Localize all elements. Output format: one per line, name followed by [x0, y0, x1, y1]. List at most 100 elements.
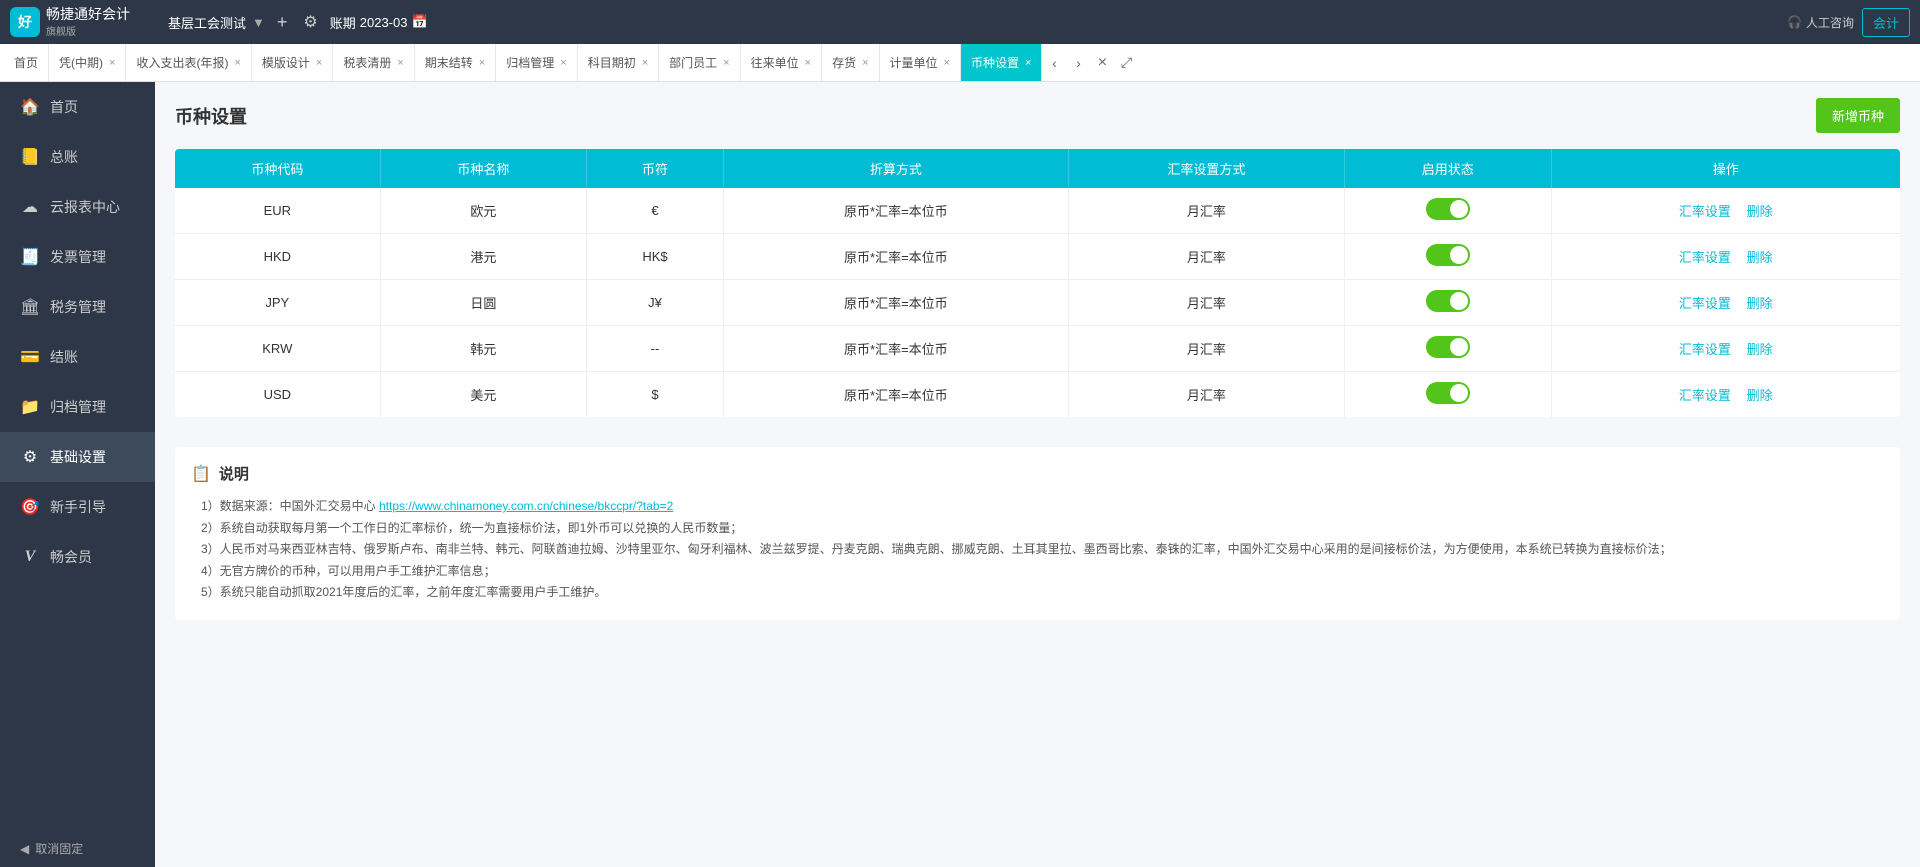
tab-prev-button[interactable]: ‹ [1042, 44, 1066, 82]
toggle-knob-0 [1450, 200, 1468, 218]
tab-contact-close[interactable]: × [805, 57, 811, 69]
cell-code-2: JPY [175, 280, 380, 326]
rate-settings-link-3[interactable]: 汇率设置 [1679, 342, 1731, 357]
tab-voucher-close[interactable]: × [109, 57, 115, 69]
notes-icon: 📋 [191, 464, 211, 484]
tab-archive-label: 归档管理 [506, 54, 554, 71]
col-header-action: 操作 [1551, 149, 1900, 188]
company-name: 基层工会测试 [168, 13, 246, 32]
col-header-rate: 汇率设置方式 [1068, 149, 1344, 188]
sidebar-item-home[interactable]: 🏠 首页 [0, 82, 155, 132]
sidebar-item-guide[interactable]: 🎯 新手引导 [0, 482, 155, 532]
delete-link-3[interactable]: 删除 [1747, 342, 1773, 357]
cell-status-2 [1345, 280, 1551, 326]
cell-calc-1: 原币*汇率=本位币 [723, 234, 1068, 280]
tab-currency-close[interactable]: × [1025, 57, 1031, 69]
content-area: 币种设置 新增币种 币种代码 币种名称 币符 折算方式 汇率设置方式 启用状态 … [155, 82, 1920, 867]
cell-calc-2: 原币*汇率=本位币 [723, 280, 1068, 326]
rate-settings-link-2[interactable]: 汇率设置 [1679, 296, 1731, 311]
sidebar-item-checkout[interactable]: 💳 结账 [0, 332, 155, 382]
tab-subject[interactable]: 科目期初 × [578, 44, 659, 82]
cell-rate-method-0: 月汇率 [1068, 188, 1344, 234]
col-header-name: 币种名称 [380, 149, 586, 188]
toggle-enabled-0[interactable] [1426, 198, 1470, 220]
top-header: 好 畅捷通好会计 旗舰版 基层工会测试 ▼ + ⚙ 账期 2023-03 📅 🎧… [0, 0, 1920, 44]
note-item-3: 4）无官方牌价的币种，可以用用户手工维护汇率信息； [191, 561, 1884, 583]
tab-voucher[interactable]: 凭(中期) × [49, 44, 126, 82]
col-header-symbol: 币符 [587, 149, 724, 188]
cell-name-3: 韩元 [380, 326, 586, 372]
toggle-enabled-1[interactable] [1426, 244, 1470, 266]
nav-checkout-label: 结账 [50, 347, 78, 367]
table-row: USD 美元 $ 原币*汇率=本位币 月汇率 汇率设置 删除 [175, 372, 1900, 418]
delete-link-0[interactable]: 删除 [1747, 204, 1773, 219]
nav-home-label: 首页 [50, 97, 78, 117]
new-currency-button[interactable]: 新增币种 [1816, 98, 1900, 133]
toggle-enabled-4[interactable] [1426, 382, 1470, 404]
tab-subject-close[interactable]: × [642, 57, 648, 69]
tab-unit-close[interactable]: × [944, 57, 950, 69]
toggle-enabled-3[interactable] [1426, 336, 1470, 358]
tab-template[interactable]: 模版设计 × [252, 44, 333, 82]
tab-expand-button[interactable]: ⤢ [1114, 44, 1138, 82]
cell-rate-method-4: 月汇率 [1068, 372, 1344, 418]
rate-settings-link-4[interactable]: 汇率设置 [1679, 388, 1731, 403]
notes-link[interactable]: https://www.chinamoney.com.cn/chinese/bk… [379, 499, 673, 513]
cell-code-0: EUR [175, 188, 380, 234]
sidebar-item-reports[interactable]: ☁ 云报表中心 [0, 182, 155, 232]
support-button[interactable]: 🎧 人工咨询 [1787, 14, 1854, 31]
add-tab-button[interactable]: + [273, 12, 292, 33]
tab-inventory-close[interactable]: × [862, 57, 868, 69]
tab-tax-table-close[interactable]: × [397, 57, 403, 69]
tab-unit[interactable]: 计量单位 × [880, 44, 961, 82]
nav-member-label: 畅会员 [50, 547, 92, 567]
sidebar-item-ledger[interactable]: 📒 总账 [0, 132, 155, 182]
tab-income[interactable]: 收入支出表(年报) × [126, 44, 251, 82]
toggle-enabled-2[interactable] [1426, 290, 1470, 312]
rate-settings-link-1[interactable]: 汇率设置 [1679, 250, 1731, 265]
tab-income-close[interactable]: × [234, 57, 240, 69]
sidebar-item-invoice[interactable]: 🧾 发票管理 [0, 232, 155, 282]
cell-status-0 [1345, 188, 1551, 234]
delete-link-2[interactable]: 删除 [1747, 296, 1773, 311]
page-title-row: 币种设置 新增币种 [175, 98, 1900, 133]
dropdown-arrow[interactable]: ▼ [252, 15, 265, 30]
tab-tax-table[interactable]: 税表清册 × [333, 44, 414, 82]
cell-rate-method-3: 月汇率 [1068, 326, 1344, 372]
tab-contact-label: 往来单位 [751, 54, 799, 71]
delete-link-1[interactable]: 删除 [1747, 250, 1773, 265]
rate-settings-link-0[interactable]: 汇率设置 [1679, 204, 1731, 219]
col-header-code: 币种代码 [175, 149, 380, 188]
tab-archive-close[interactable]: × [560, 57, 566, 69]
cell-action-4: 汇率设置 删除 [1551, 372, 1900, 418]
tab-department-close[interactable]: × [723, 57, 729, 69]
settings-gear-icon[interactable]: ⚙ [299, 12, 321, 32]
sidebar-item-member[interactable]: V 畅会员 [0, 532, 155, 582]
tab-close-all-button[interactable]: × [1090, 44, 1114, 82]
note-item-4: 5）系统只能自动抓取2021年度后的汇率，之前年度汇率需要用户手工维护。 [191, 582, 1884, 604]
delete-link-4[interactable]: 删除 [1747, 388, 1773, 403]
table-row: JPY 日圆 J¥ 原币*汇率=本位币 月汇率 汇率设置 删除 [175, 280, 1900, 326]
cloud-icon: ☁ [20, 197, 40, 217]
tab-contact[interactable]: 往来单位 × [741, 44, 822, 82]
tab-inventory[interactable]: 存货 × [822, 44, 879, 82]
toggle-knob-3 [1450, 338, 1468, 356]
sidebar-item-settings[interactable]: ⚙ 基础设置 [0, 432, 155, 482]
cell-status-4 [1345, 372, 1551, 418]
tax-icon: 🏛 [20, 297, 40, 317]
sidebar: 🏠 首页 📒 总账 ☁ 云报表中心 🧾 发票管理 🏛 税务管理 💳 结账 📁 归… [0, 82, 155, 867]
calendar-icon[interactable]: 📅 [411, 14, 427, 30]
sidebar-item-archive[interactable]: 📁 归档管理 [0, 382, 155, 432]
sidebar-pin-button[interactable]: ◀ 取消固定 [0, 830, 155, 867]
tab-department[interactable]: 部门员工 × [659, 44, 740, 82]
tab-home[interactable]: 首页 [4, 44, 49, 82]
account-button[interactable]: 会计 [1862, 8, 1910, 37]
tab-period-end[interactable]: 期末结转 × [415, 44, 496, 82]
tab-currency[interactable]: 币种设置 × [961, 44, 1042, 82]
tab-period-end-close[interactable]: × [479, 57, 485, 69]
cell-symbol-2: J¥ [587, 280, 724, 326]
tab-next-button[interactable]: › [1066, 44, 1090, 82]
tab-archive[interactable]: 归档管理 × [496, 44, 577, 82]
tab-template-close[interactable]: × [316, 57, 322, 69]
sidebar-item-tax[interactable]: 🏛 税务管理 [0, 282, 155, 332]
